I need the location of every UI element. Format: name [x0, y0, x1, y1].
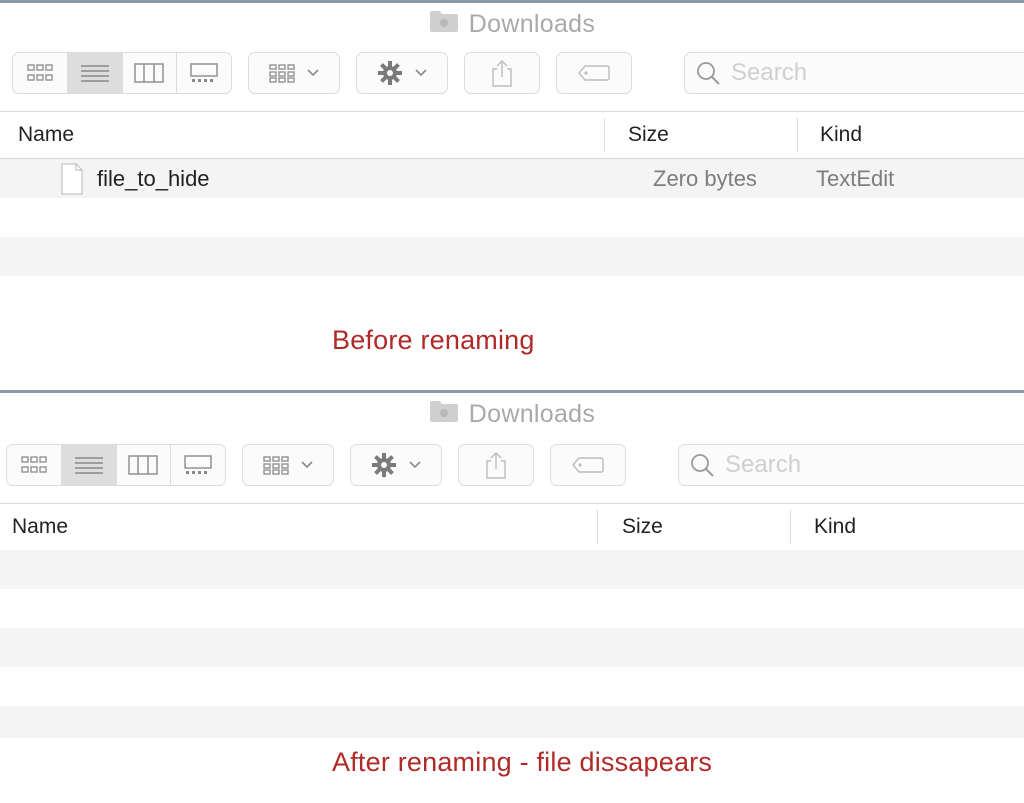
search-field[interactable] — [684, 52, 1024, 94]
gallery-view-icon — [190, 63, 218, 82]
search-field[interactable] — [678, 444, 1024, 486]
group-icon — [263, 456, 289, 475]
action-menu-button[interactable] — [356, 52, 448, 94]
view-mode-segmented-control — [6, 444, 226, 486]
kind-column-header[interactable]: Kind — [820, 112, 862, 158]
list-view-button[interactable] — [67, 53, 123, 93]
column-view-button[interactable] — [123, 53, 178, 93]
gallery-view-button[interactable] — [177, 53, 231, 93]
empty-row — [0, 628, 1024, 667]
chevron-down-icon — [415, 69, 427, 77]
gallery-view-icon — [184, 455, 212, 474]
folder-icon — [429, 9, 459, 40]
toolbar — [0, 440, 1024, 492]
finder-window-before: Downloads Search Name Size Kind file_to_… — [0, 0, 1024, 320]
caption-after: After renaming - file dissapears — [332, 747, 713, 777]
icon-view-icon — [21, 456, 47, 473]
caption-before: Before renaming — [332, 325, 535, 355]
list-view-icon — [80, 65, 109, 82]
file-list — [0, 550, 1024, 738]
search-input[interactable] — [729, 58, 1013, 88]
toolbar — [0, 48, 1024, 100]
column-divider[interactable] — [797, 118, 798, 152]
view-mode-segmented-control — [12, 52, 232, 94]
empty-row — [0, 198, 1024, 237]
search-icon — [697, 62, 720, 85]
group-icon — [269, 64, 295, 83]
chevron-down-icon — [307, 69, 319, 77]
group-by-button[interactable] — [242, 444, 334, 486]
file-size: Zero bytes — [653, 165, 757, 191]
share-icon — [492, 60, 512, 87]
size-column-header[interactable]: Size — [628, 112, 669, 158]
gear-icon — [378, 61, 402, 85]
share-button[interactable] — [458, 444, 534, 486]
window-title: Downloads — [468, 9, 596, 38]
empty-row — [0, 667, 1024, 706]
file-list: file_to_hide Zero bytes TextEdit — [0, 159, 1024, 315]
list-view-button[interactable] — [61, 445, 117, 485]
gear-icon — [372, 453, 396, 477]
empty-row — [0, 706, 1024, 738]
icon-view-icon — [27, 64, 53, 81]
gallery-view-button[interactable] — [171, 445, 225, 485]
column-header: Name Size Kind — [0, 111, 1024, 159]
empty-row — [0, 237, 1024, 276]
finder-window-after: Downloads Search Name Size Kind — [0, 390, 1024, 738]
empty-row — [0, 276, 1024, 315]
icon-view-button[interactable] — [13, 53, 68, 93]
group-by-button[interactable] — [248, 52, 340, 94]
tag-icon — [578, 65, 610, 81]
tags-button[interactable] — [550, 444, 626, 486]
icon-view-button[interactable] — [7, 445, 62, 485]
name-column-header[interactable]: Name — [12, 504, 68, 550]
empty-row — [0, 589, 1024, 628]
file-row[interactable]: file_to_hide Zero bytes TextEdit — [0, 159, 1024, 198]
search-input[interactable] — [723, 450, 1007, 480]
share-icon — [486, 452, 506, 479]
chevron-down-icon — [409, 461, 421, 469]
column-divider[interactable] — [790, 510, 791, 544]
column-divider[interactable] — [604, 118, 605, 152]
action-menu-button[interactable] — [350, 444, 442, 486]
name-column-header[interactable]: Name — [18, 112, 74, 158]
window-titlebar: Downloads — [0, 393, 1024, 435]
column-divider[interactable] — [597, 510, 598, 544]
share-button[interactable] — [464, 52, 540, 94]
tag-icon — [572, 457, 604, 473]
folder-icon — [429, 399, 459, 430]
window-title: Downloads — [468, 399, 596, 428]
file-kind: TextEdit — [816, 165, 895, 191]
tags-button[interactable] — [556, 52, 632, 94]
file-name: file_to_hide — [97, 165, 210, 191]
search-icon — [691, 454, 714, 477]
text-document-icon — [60, 159, 84, 198]
column-view-icon — [128, 455, 159, 475]
column-header: Name Size Kind — [0, 503, 1024, 551]
chevron-down-icon — [301, 461, 313, 469]
column-view-button[interactable] — [117, 445, 172, 485]
empty-row — [0, 550, 1024, 589]
kind-column-header[interactable]: Kind — [814, 504, 856, 550]
window-titlebar: Downloads — [0, 3, 1024, 45]
size-column-header[interactable]: Size — [622, 504, 663, 550]
column-view-icon — [134, 63, 165, 83]
list-view-icon — [74, 457, 103, 474]
